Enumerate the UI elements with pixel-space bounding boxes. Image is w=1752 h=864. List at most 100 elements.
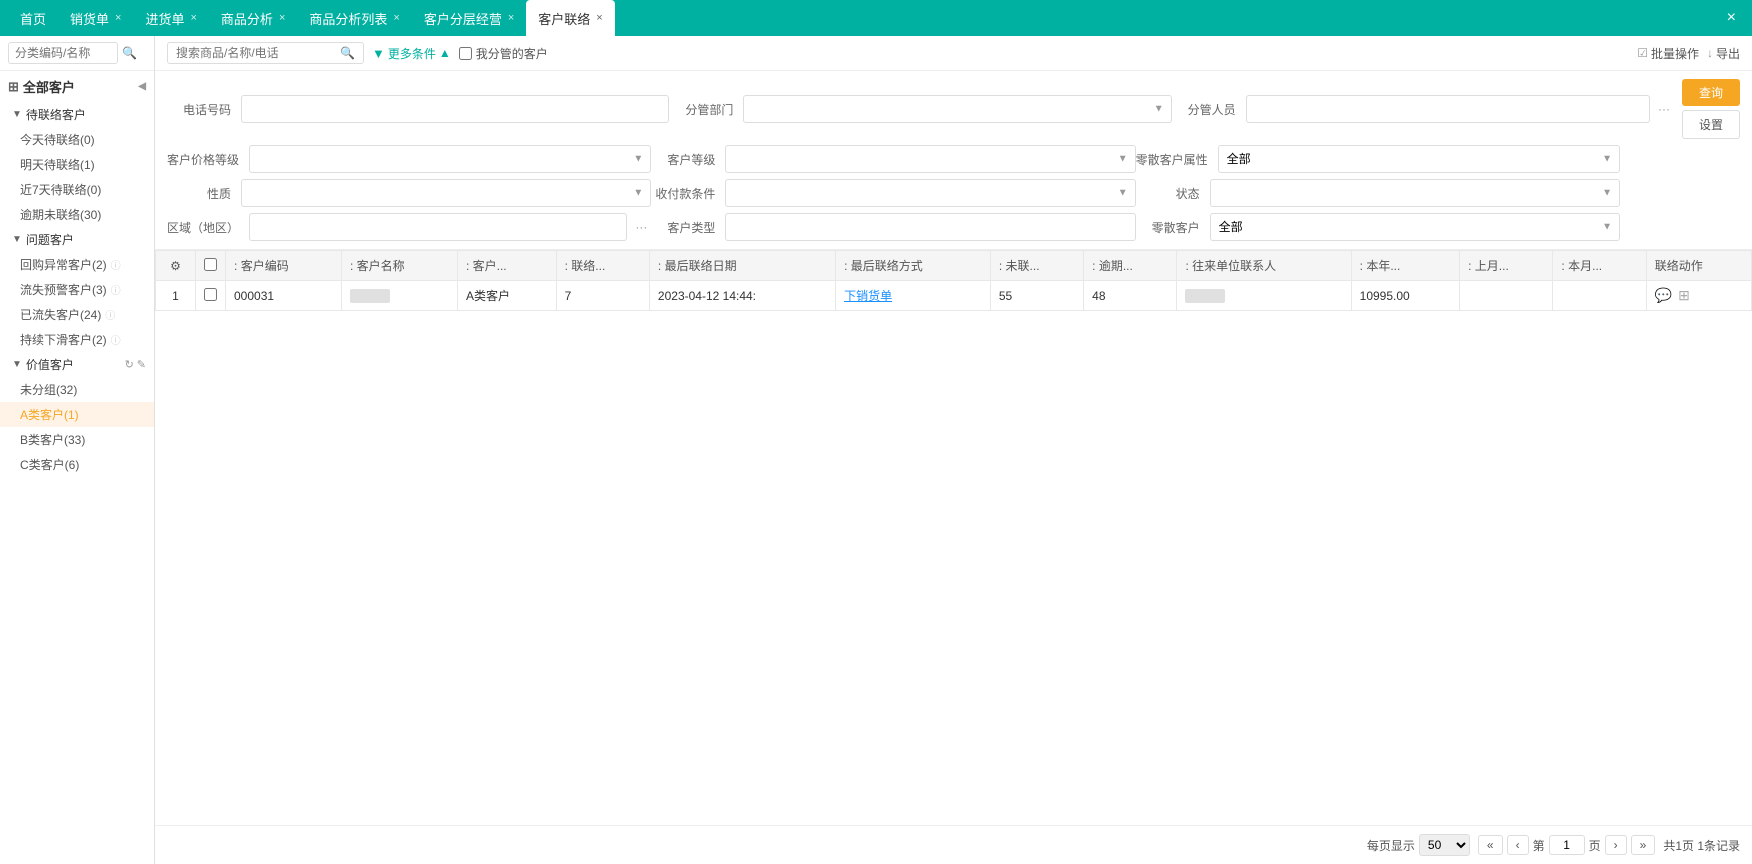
nav-customer-segment[interactable]: 客户分层经营 × xyxy=(412,0,526,36)
first-page-btn[interactable]: « xyxy=(1478,835,1503,855)
cell-code: 000031 xyxy=(226,281,342,311)
status-select[interactable] xyxy=(1210,179,1620,207)
pending-contact-title[interactable]: ▼ 待联络客户 xyxy=(0,102,154,127)
filter-retail-attr: 零散客户属性 全部 ▼ xyxy=(1136,145,1620,173)
phone-input[interactable] xyxy=(241,95,669,123)
region-label: 区域（地区） xyxy=(167,219,245,236)
filter-phone: 电话号码 xyxy=(167,95,669,123)
query-btn[interactable]: 查询 xyxy=(1682,79,1740,106)
data-table: ⚙ : 客户编码 : 客户名称 : 客户... xyxy=(155,250,1752,311)
window-close-btn[interactable]: × xyxy=(1719,9,1744,27)
retail-select[interactable]: 全部 xyxy=(1210,213,1620,241)
pending-arrow: ▼ xyxy=(12,109,22,120)
sidebar-search-icon[interactable]: 🔍 xyxy=(122,46,137,60)
abnormal-repurchase-item[interactable]: 回购异常客户(2) ⓘ xyxy=(0,252,154,277)
dept-select-wrap: ▼ xyxy=(743,95,1171,123)
col-overdue: : 逾期... xyxy=(1084,251,1177,281)
value-customers-title[interactable]: ▼ 价值客户 ↻ ✎ xyxy=(0,352,154,377)
declining-item[interactable]: 持续下滑客户(2) ⓘ xyxy=(0,327,154,352)
filter-customer-type: 客户类型 xyxy=(651,213,1135,241)
filter-status: 状态 ▼ xyxy=(1136,179,1620,207)
chat-icon[interactable]: 💬 xyxy=(1655,287,1672,304)
nav-product-analysis-list[interactable]: 商品分析列表 × xyxy=(297,0,411,36)
header-checkbox[interactable] xyxy=(204,258,217,271)
nav-product-analysis[interactable]: 商品分析 × xyxy=(209,0,297,36)
problem-customers-title[interactable]: ▼ 问题客户 xyxy=(0,227,154,252)
c-class-item[interactable]: C类客户(6) xyxy=(0,452,154,477)
overdue-contact-item[interactable]: 逾期未联络(30) xyxy=(0,202,154,227)
a-class-item[interactable]: A类客户(1) xyxy=(0,402,154,427)
manager-input[interactable] xyxy=(1246,95,1650,123)
price-level-select[interactable] xyxy=(249,145,651,173)
close-customer-segment-tab[interactable]: × xyxy=(508,12,514,24)
toolbar-search-icon[interactable]: 🔍 xyxy=(340,46,355,60)
setting-btn[interactable]: 设置 xyxy=(1682,110,1740,139)
close-product-list-tab[interactable]: × xyxy=(393,12,399,24)
region-more-btn[interactable]: ··· xyxy=(631,220,651,234)
manager-more-btn[interactable]: ··· xyxy=(1654,102,1674,116)
page-input[interactable] xyxy=(1549,835,1585,855)
nav-purchase[interactable]: 进货单 × xyxy=(133,0,208,36)
toolbar-search-area: 🔍 xyxy=(167,42,364,64)
prev-page-btn[interactable]: ‹ xyxy=(1507,835,1529,855)
region-input[interactable] xyxy=(249,213,627,241)
problem-customers-group: ▼ 问题客户 回购异常客户(2) ⓘ 流失预警客户(3) ⓘ 已流失客户(24)… xyxy=(0,227,154,352)
filter-customer-level: 客户等级 ▼ xyxy=(651,145,1135,173)
payment-label: 收付款条件 xyxy=(651,185,721,202)
all-customers-header[interactable]: ⊞ 全部客户 ◀ xyxy=(0,71,154,102)
export-btn[interactable]: ↓ 导出 xyxy=(1707,45,1740,62)
churn-warning-item[interactable]: 流失预警客户(3) ⓘ xyxy=(0,277,154,302)
grid-action-icon[interactable]: ⊞ xyxy=(1678,287,1690,304)
customer-type-input[interactable] xyxy=(725,213,1135,241)
phone-label: 电话号码 xyxy=(167,101,237,118)
cell-uncontacted: 55 xyxy=(990,281,1083,311)
info-icon-1: ⓘ xyxy=(111,257,121,272)
total-info: 共1页 1条记录 xyxy=(1663,837,1740,854)
cell-overdue: 48 xyxy=(1084,281,1177,311)
customer-name-blurred: Ea xyxy=(350,289,390,303)
col-settings[interactable]: ⚙ xyxy=(156,251,196,281)
retail-attr-label: 零散客户属性 xyxy=(1136,151,1214,168)
nav-home[interactable]: 首页 xyxy=(8,0,58,36)
dept-select[interactable] xyxy=(743,95,1171,123)
toolbar-search-input[interactable] xyxy=(176,46,336,60)
refresh-icon[interactable]: ↻ xyxy=(125,358,134,371)
unclassified-item[interactable]: 未分组(32) xyxy=(0,377,154,402)
retail-attr-select[interactable]: 全部 xyxy=(1218,145,1620,173)
sidebar-search-input[interactable] xyxy=(8,42,118,64)
manager-label: 分管人员 xyxy=(1172,101,1242,118)
nav-customer-contact[interactable]: 客户联络 × xyxy=(526,0,614,36)
churned-item[interactable]: 已流失客户(24) ⓘ xyxy=(0,302,154,327)
close-product-analysis-tab[interactable]: × xyxy=(279,12,285,24)
page-nav: « ‹ 第 页 › » xyxy=(1478,835,1655,855)
filter-manager: 分管人员 ··· xyxy=(1172,95,1674,123)
nature-select[interactable] xyxy=(241,179,651,207)
my-customers-checkbox[interactable] xyxy=(459,47,472,60)
batch-icon: ☑ xyxy=(1637,46,1648,60)
b-class-item[interactable]: B类客户(33) xyxy=(0,427,154,452)
week-contact-item[interactable]: 近7天待联络(0) xyxy=(0,177,154,202)
nav-sales[interactable]: 销货单 × xyxy=(58,0,133,36)
row-checkbox[interactable] xyxy=(204,288,217,301)
value-arrow: ▼ xyxy=(12,359,22,370)
close-purchase-tab[interactable]: × xyxy=(190,12,196,24)
value-customers-actions: ↻ ✎ xyxy=(125,358,146,371)
next-page-btn[interactable]: › xyxy=(1605,835,1627,855)
retail-attr-wrap: 全部 ▼ xyxy=(1218,145,1620,173)
close-customer-contact-tab[interactable]: × xyxy=(596,12,602,24)
close-sales-tab[interactable]: × xyxy=(115,12,121,24)
contact-method-link[interactable]: 下销货单 xyxy=(844,289,892,303)
page-size-select[interactable]: 50 100 200 xyxy=(1419,834,1470,856)
more-filter-btn[interactable]: ▼ 更多条件 ▲ xyxy=(372,45,451,62)
page-size-area: 每页显示 50 100 200 xyxy=(1367,834,1470,856)
last-page-btn[interactable]: » xyxy=(1631,835,1656,855)
edit-icon[interactable]: ✎ xyxy=(137,358,146,371)
payment-select[interactable] xyxy=(725,179,1135,207)
tomorrow-contact-item[interactable]: 明天待联络(1) xyxy=(0,152,154,177)
customer-level-select[interactable] xyxy=(725,145,1135,173)
today-contact-item[interactable]: 今天待联络(0) xyxy=(0,127,154,152)
my-customers-checkbox-wrap[interactable]: 我分管的客户 xyxy=(459,45,548,62)
filter-region: 区域（地区） ··· xyxy=(167,213,651,241)
col-this-month: : 本月... xyxy=(1553,251,1646,281)
batch-op-btn[interactable]: ☑ 批量操作 xyxy=(1637,45,1699,62)
